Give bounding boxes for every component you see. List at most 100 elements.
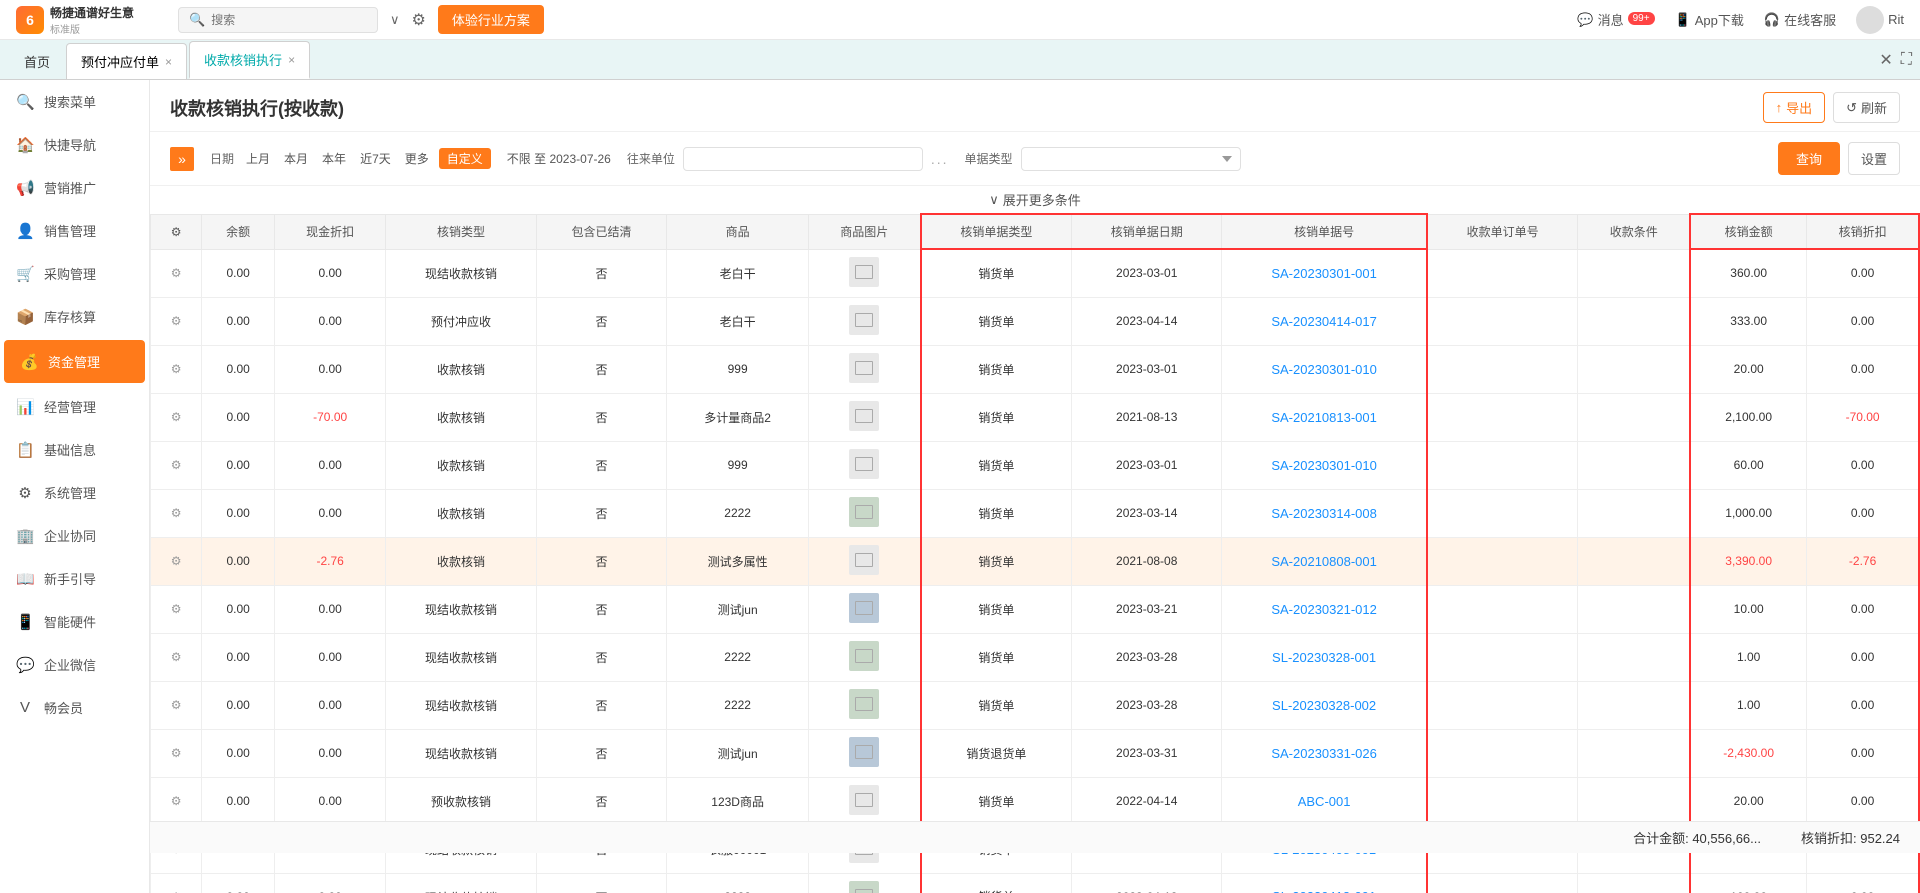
settings-icon[interactable]: ⚙	[412, 10, 426, 30]
tab-prepay-close[interactable]: ×	[165, 55, 172, 69]
sidebar-item-basic-info[interactable]: 📋基础信息	[0, 428, 149, 471]
table-cell[interactable]: SL-20230418-001	[1222, 873, 1427, 893]
doc-no-link[interactable]: SA-20230301-010	[1271, 458, 1377, 473]
table-cell[interactable]: SA-20230414-017	[1222, 297, 1427, 345]
doc-no-link[interactable]: ABC-001	[1298, 794, 1351, 809]
tab-prepay[interactable]: 预付冲应付单 ×	[66, 43, 187, 79]
date-opt-last-month[interactable]: 上月	[242, 148, 274, 169]
table-cell: 现结收款核销	[386, 249, 536, 297]
footer-discount: 核销折扣: 952.24	[1801, 828, 1900, 847]
table-cell[interactable]: SA-20230301-001	[1222, 249, 1427, 297]
table-cell[interactable]: SA-20230331-026	[1222, 729, 1427, 777]
table-cell[interactable]: SL-20230328-002	[1222, 681, 1427, 729]
tab-collection-close[interactable]: ×	[288, 53, 295, 67]
gear-cell[interactable]: ⚙	[151, 441, 202, 489]
tab-expand-button[interactable]: ⛶	[1901, 50, 1912, 70]
gear-cell[interactable]: ⚙	[151, 489, 202, 537]
table-cell	[1578, 777, 1690, 825]
table-cell[interactable]: SA-20230301-010	[1222, 345, 1427, 393]
sidebar-item-operations[interactable]: 📊经营管理	[0, 385, 149, 428]
gear-cell[interactable]: ⚙	[151, 873, 202, 893]
message-action[interactable]: 💬 消息 99+	[1577, 10, 1654, 29]
date-opt-this-year[interactable]: 本年	[318, 148, 350, 169]
sidebar-item-system[interactable]: ⚙系统管理	[0, 471, 149, 514]
gear-cell[interactable]: ⚙	[151, 345, 202, 393]
tab-collection[interactable]: 收款核销执行 ×	[189, 41, 310, 79]
date-opt-custom[interactable]: 自定义	[439, 148, 491, 169]
gear-cell[interactable]: ⚙	[151, 249, 202, 297]
doc-no-link[interactable]: SA-20230314-008	[1271, 506, 1377, 521]
sidebar-item-guide[interactable]: 📖新手引导	[0, 557, 149, 600]
sidebar-item-inventory[interactable]: 📦库存核算	[0, 295, 149, 338]
table-cell[interactable]: SA-20210808-001	[1222, 537, 1427, 585]
counterpart-dots[interactable]: ...	[931, 151, 949, 167]
sidebar-item-wechat[interactable]: 💬企业微信	[0, 643, 149, 686]
tab-close-all-button[interactable]: ✕	[1879, 50, 1892, 70]
search-input[interactable]	[211, 13, 361, 27]
doc-no-link[interactable]: SA-20210808-001	[1271, 554, 1377, 569]
table-cell[interactable]: SA-20230301-010	[1222, 441, 1427, 489]
table-cell	[808, 297, 920, 345]
table-cell[interactable]: SA-20210813-001	[1222, 393, 1427, 441]
online-service-action[interactable]: 🎧 在线客服	[1764, 10, 1836, 29]
table-cell: 测试jun	[667, 585, 809, 633]
gear-cell[interactable]: ⚙	[151, 633, 202, 681]
refresh-button[interactable]: ↺ 刷新	[1833, 92, 1900, 123]
search-icon: 🔍	[189, 12, 205, 28]
sidebar-item-search-menu[interactable]: 🔍搜索菜单	[0, 80, 149, 123]
table-row: ⚙0.00-2.76收款核销否测试多属性销货单2021-08-08SA-2021…	[151, 537, 1920, 585]
doc-type-select[interactable]	[1021, 147, 1241, 171]
table-cell	[808, 249, 920, 297]
query-button[interactable]: 查询	[1778, 142, 1840, 175]
tab-home[interactable]: 首页	[8, 44, 66, 79]
doc-no-link[interactable]: SA-20230331-026	[1271, 746, 1377, 761]
gear-cell[interactable]: ⚙	[151, 729, 202, 777]
expand-more-button[interactable]: ∨ 展开更多条件	[989, 190, 1081, 209]
table-cell[interactable]: ABC-001	[1222, 777, 1427, 825]
col-header-13: 核销折扣	[1807, 214, 1919, 249]
sidebar-item-purchase[interactable]: 🛒采购管理	[0, 252, 149, 295]
sidebar-item-corp[interactable]: 🏢企业协同	[0, 514, 149, 557]
sidebar-item-smart-hw[interactable]: 📱智能硬件	[0, 600, 149, 643]
table-cell[interactable]: SA-20230314-008	[1222, 489, 1427, 537]
date-opt-this-month[interactable]: 本月	[280, 148, 312, 169]
doc-no-link[interactable]: SA-20210813-001	[1271, 410, 1377, 425]
sidebar-item-member[interactable]: V畅会员	[0, 686, 149, 729]
table-cell[interactable]: SA-20230321-012	[1222, 585, 1427, 633]
table-cell	[808, 777, 920, 825]
gear-cell[interactable]: ⚙	[151, 537, 202, 585]
doc-no-link[interactable]: SA-20230321-012	[1271, 602, 1377, 617]
doc-no-link[interactable]: SA-20230414-017	[1271, 314, 1377, 329]
sidebar-item-capital[interactable]: 💰资金管理	[4, 340, 145, 383]
doc-no-link[interactable]: SL-20230328-001	[1272, 650, 1376, 665]
table-cell: 测试多属性	[667, 537, 809, 585]
doc-no-link[interactable]: SL-20230418-001	[1272, 889, 1376, 893]
table-row: ⚙0.000.00现结收款核销否老白干销货单2023-03-01SA-20230…	[151, 249, 1920, 297]
table-container: ⚙余额现金折扣核销类型包含已结清商品商品图片核销单据类型核销单据日期核销单据号收…	[150, 213, 1920, 893]
filter-expand-button[interactable]: »	[170, 147, 194, 171]
gear-cell[interactable]: ⚙	[151, 585, 202, 633]
doc-no-link[interactable]: SA-20230301-010	[1271, 362, 1377, 377]
expand-arrow-icon[interactable]: ∨	[390, 12, 400, 28]
date-opt-more[interactable]: 更多	[401, 148, 433, 169]
table-cell[interactable]: SL-20230328-001	[1222, 633, 1427, 681]
user-profile[interactable]: Rit	[1856, 6, 1904, 34]
filter-settings-button[interactable]: 设置	[1848, 142, 1900, 175]
app-download-action[interactable]: 📱 App下载	[1675, 10, 1744, 29]
doc-no-link[interactable]: SL-20230328-002	[1272, 698, 1376, 713]
counterpart-input[interactable]	[683, 147, 923, 171]
export-button[interactable]: ↑ 导出	[1763, 92, 1826, 123]
gear-cell[interactable]: ⚙	[151, 297, 202, 345]
gear-cell[interactable]: ⚙	[151, 777, 202, 825]
doc-no-link[interactable]: SA-20230301-001	[1271, 266, 1377, 281]
sidebar-item-sales[interactable]: 👤销售管理	[0, 209, 149, 252]
gear-cell[interactable]: ⚙	[151, 393, 202, 441]
gear-cell[interactable]: ⚙	[151, 681, 202, 729]
sidebar-item-quick-nav[interactable]: 🏠快捷导航	[0, 123, 149, 166]
sidebar-item-marketing[interactable]: 📢营销推广	[0, 166, 149, 209]
solution-button[interactable]: 体验行业方案	[438, 5, 544, 34]
sidebar-label-operations: 经营管理	[44, 397, 96, 416]
search-box[interactable]: 🔍	[178, 7, 378, 33]
table-cell: 0.00	[202, 537, 275, 585]
date-opt-7days[interactable]: 近7天	[356, 148, 395, 169]
